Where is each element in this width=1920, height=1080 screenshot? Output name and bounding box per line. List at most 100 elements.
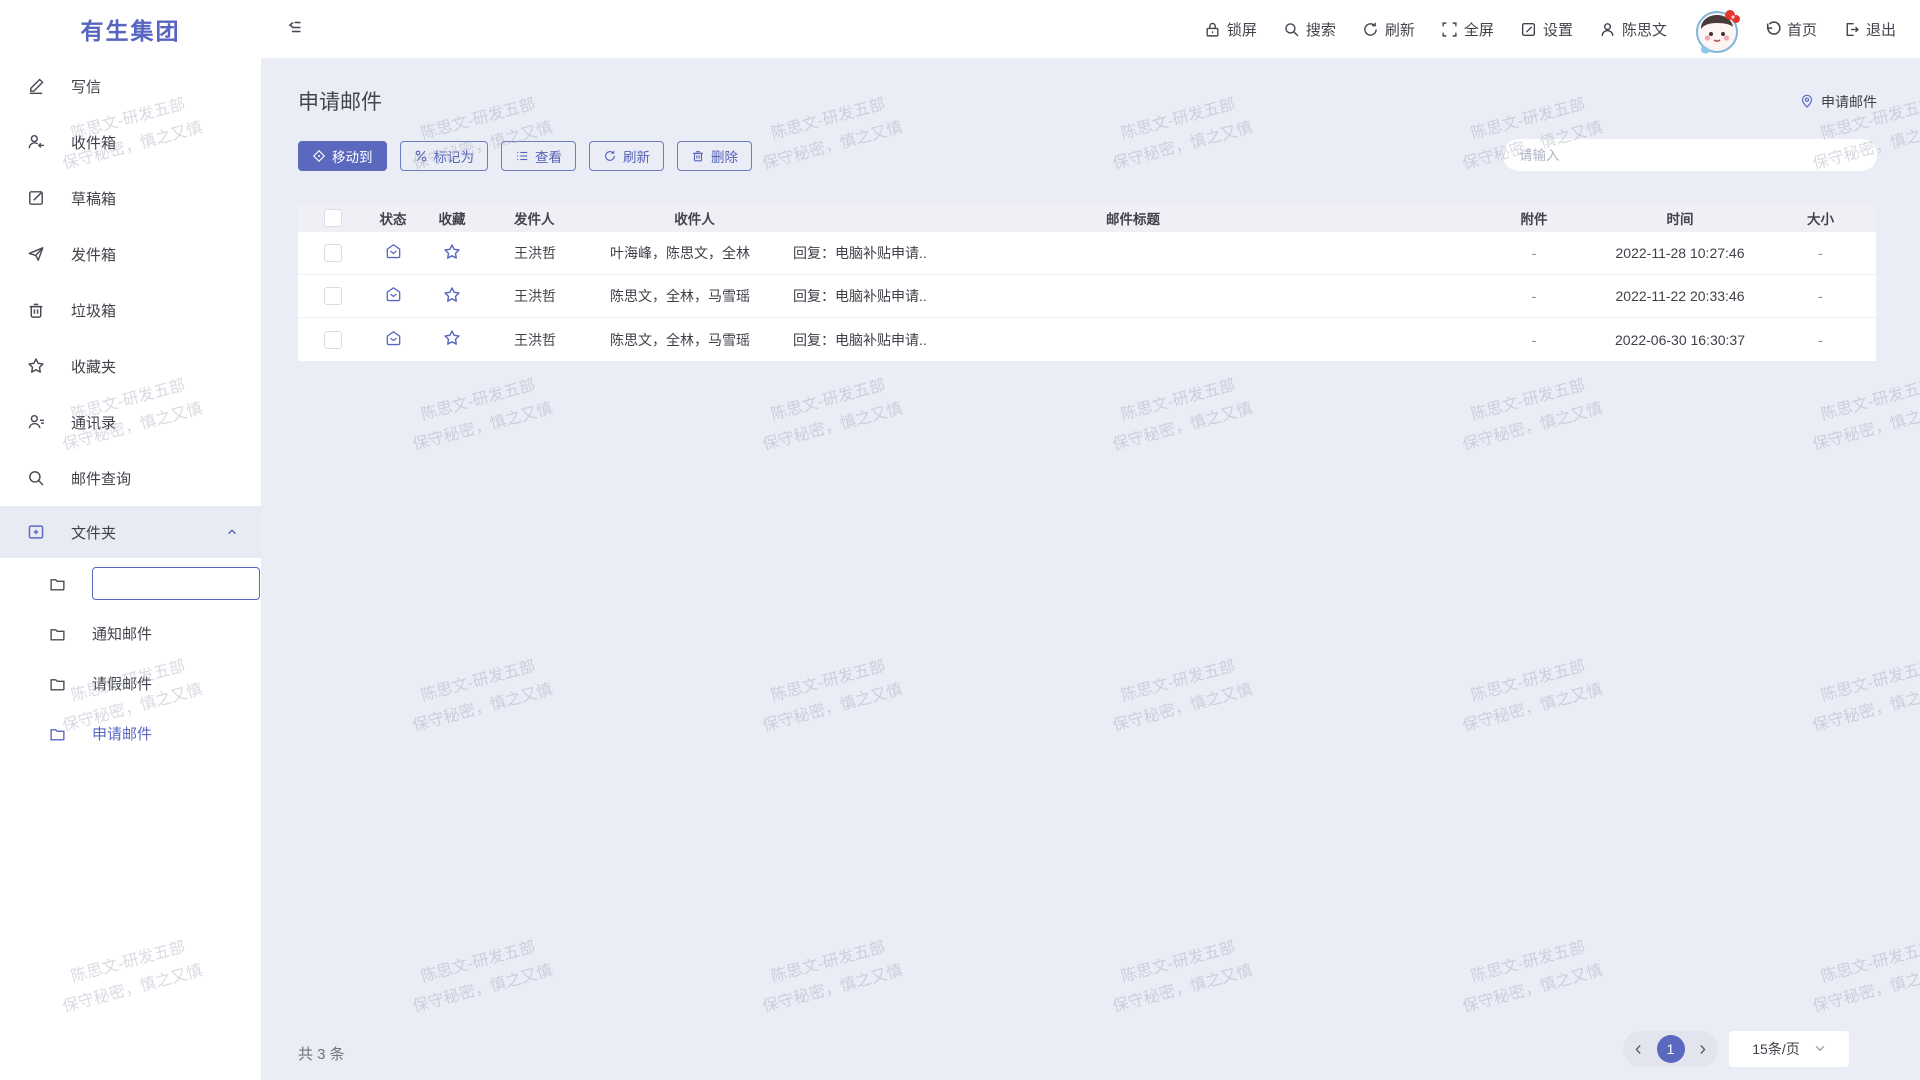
star-icon bbox=[27, 357, 45, 375]
table-row[interactable]: 王洪哲 陈思文，全林，马雪瑶 回复：电脑补贴申请.. - 2022-11-22 … bbox=[298, 275, 1876, 318]
row-size: - bbox=[1765, 245, 1876, 261]
lock-screen-button[interactable]: 锁屏 bbox=[1204, 19, 1257, 40]
folder-new-row bbox=[0, 558, 261, 608]
mail-read-icon bbox=[384, 285, 403, 307]
sidebar-item-compose[interactable]: 写信 bbox=[0, 58, 261, 114]
row-subject: 回复：电脑补贴申请.. bbox=[793, 286, 1473, 306]
contacts-icon bbox=[27, 413, 45, 431]
mail-filter-input[interactable] bbox=[1503, 139, 1877, 171]
col-recipients: 收件人 bbox=[596, 208, 793, 228]
col-attachment: 附件 bbox=[1473, 208, 1595, 228]
search-icon bbox=[1283, 21, 1300, 38]
pagination: 1 bbox=[1623, 1031, 1718, 1067]
brand-logo: 有生集团 bbox=[0, 12, 261, 46]
settings-button[interactable]: 设置 bbox=[1520, 19, 1573, 40]
new-folder-name-input[interactable] bbox=[92, 567, 260, 600]
favorite-star-icon[interactable] bbox=[443, 286, 461, 307]
sidebar-item-trash[interactable]: 垃圾箱 bbox=[0, 282, 261, 338]
row-recipients: 叶海峰，陈思文，全林 bbox=[596, 243, 793, 263]
row-checkbox[interactable] bbox=[324, 331, 342, 349]
send-icon bbox=[27, 245, 45, 263]
breadcrumb: 申请邮件 bbox=[1799, 92, 1877, 112]
select-all-checkbox[interactable] bbox=[324, 209, 342, 227]
row-sender: 王洪哲 bbox=[486, 330, 596, 350]
top-actions: 锁屏 搜索 刷新 bbox=[1204, 7, 1920, 51]
folder-item-leave[interactable]: 请假邮件 bbox=[0, 658, 261, 708]
lock-icon bbox=[1204, 21, 1221, 38]
fullscreen-button[interactable]: 全屏 bbox=[1441, 19, 1494, 40]
page-number[interactable]: 1 bbox=[1657, 1035, 1685, 1063]
user-icon bbox=[1599, 21, 1616, 38]
folder-item-notice[interactable]: 通知邮件 bbox=[0, 608, 261, 658]
row-checkbox[interactable] bbox=[324, 287, 342, 305]
sidebar-item-sent[interactable]: 发件箱 bbox=[0, 226, 261, 282]
row-recipients: 陈思文，全林，马雪瑶 bbox=[596, 286, 793, 306]
page-size-select[interactable]: 15条/页 bbox=[1729, 1031, 1849, 1067]
current-user[interactable]: 陈思文 bbox=[1599, 19, 1667, 40]
col-size: 大小 bbox=[1765, 208, 1876, 228]
trash-icon bbox=[691, 149, 705, 163]
col-time: 时间 bbox=[1595, 208, 1765, 228]
col-favorite: 收藏 bbox=[418, 208, 486, 228]
sidebar-item-folders[interactable]: 文件夹 bbox=[0, 506, 261, 558]
top-header: 有生集团 锁屏 bbox=[0, 0, 1920, 58]
folder-item-apply[interactable]: 申请邮件 bbox=[0, 708, 261, 758]
move-to-button[interactable]: 移动到 bbox=[298, 141, 387, 171]
row-sender: 王洪哲 bbox=[486, 243, 596, 263]
mail-read-icon bbox=[384, 329, 403, 351]
tag-icon bbox=[414, 149, 428, 163]
sidebar: 写信 收件箱 草稿箱 发件箱 bbox=[0, 58, 261, 1080]
list-icon bbox=[515, 149, 529, 163]
col-subject: 邮件标题 bbox=[793, 208, 1473, 228]
next-page-button[interactable] bbox=[1696, 1043, 1709, 1056]
mail-search-icon bbox=[27, 469, 45, 487]
sidebar-item-mail-search[interactable]: 邮件查询 bbox=[0, 450, 261, 506]
prev-page-button[interactable] bbox=[1632, 1043, 1645, 1056]
sidebar-item-contacts[interactable]: 通讯录 bbox=[0, 394, 261, 450]
page-title: 申请邮件 bbox=[298, 86, 382, 116]
table-row[interactable]: 王洪哲 陈思文，全林，马雪瑶 回复：电脑补贴申请.. - 2022-06-30 … bbox=[298, 318, 1876, 361]
favorite-star-icon[interactable] bbox=[443, 329, 461, 350]
row-sender: 王洪哲 bbox=[486, 286, 596, 306]
table-header: 状态 收藏 发件人 收件人 邮件标题 附件 时间 大小 bbox=[298, 204, 1876, 232]
mail-table: 状态 收藏 发件人 收件人 邮件标题 附件 时间 大小 王洪哲 叶海峰，陈思文，… bbox=[298, 204, 1876, 361]
col-status: 状态 bbox=[368, 208, 418, 228]
delete-button[interactable]: 删除 bbox=[677, 141, 752, 171]
favorite-star-icon[interactable] bbox=[443, 243, 461, 264]
chevron-down-icon bbox=[1814, 1041, 1826, 1057]
undo-home-icon bbox=[1763, 20, 1781, 38]
logout-icon bbox=[1843, 21, 1860, 38]
home-button[interactable]: 首页 bbox=[1763, 19, 1817, 40]
compose-icon bbox=[27, 77, 45, 95]
refresh-icon bbox=[603, 149, 617, 163]
folder-icon bbox=[49, 675, 66, 692]
sidebar-item-drafts[interactable]: 草稿箱 bbox=[0, 170, 261, 226]
user-avatar[interactable] bbox=[1693, 7, 1737, 51]
row-attachment: - bbox=[1473, 288, 1595, 304]
row-checkbox[interactable] bbox=[324, 244, 342, 262]
row-recipients: 陈思文，全林，马雪瑶 bbox=[596, 330, 793, 350]
inbox-icon bbox=[27, 133, 45, 151]
folder-icon bbox=[49, 725, 66, 742]
table-row[interactable]: 王洪哲 叶海峰，陈思文，全林 回复：电脑补贴申请.. - 2022-11-28 … bbox=[298, 232, 1876, 275]
row-subject: 回复：电脑补贴申请.. bbox=[793, 243, 1473, 263]
refresh-button[interactable]: 刷新 bbox=[1362, 19, 1415, 40]
menu-fold-icon bbox=[285, 17, 305, 42]
main-content: 申请邮件 申请邮件 移动到 bbox=[261, 58, 1920, 1080]
chevron-up-icon[interactable] bbox=[225, 525, 239, 539]
row-size: - bbox=[1765, 332, 1876, 348]
mail-app: 有生集团 锁屏 bbox=[0, 0, 1920, 1080]
sidebar-item-favorites[interactable]: 收藏夹 bbox=[0, 338, 261, 394]
view-button[interactable]: 查看 bbox=[501, 141, 576, 171]
refresh-list-button[interactable]: 刷新 bbox=[589, 141, 664, 171]
menu-fold-button[interactable] bbox=[285, 17, 305, 42]
search-button[interactable]: 搜索 bbox=[1283, 19, 1336, 40]
mark-as-button[interactable]: 标记为 bbox=[400, 141, 489, 171]
folder-plus-icon bbox=[27, 523, 45, 541]
sidebar-item-inbox[interactable]: 收件箱 bbox=[0, 114, 261, 170]
draft-icon bbox=[27, 189, 45, 207]
action-toolbar: 移动到 标记为 查看 bbox=[298, 141, 752, 171]
row-subject: 回复：电脑补贴申请.. bbox=[793, 330, 1473, 350]
total-count: 共 3 条 bbox=[298, 1043, 345, 1064]
logout-button[interactable]: 退出 bbox=[1843, 19, 1896, 40]
